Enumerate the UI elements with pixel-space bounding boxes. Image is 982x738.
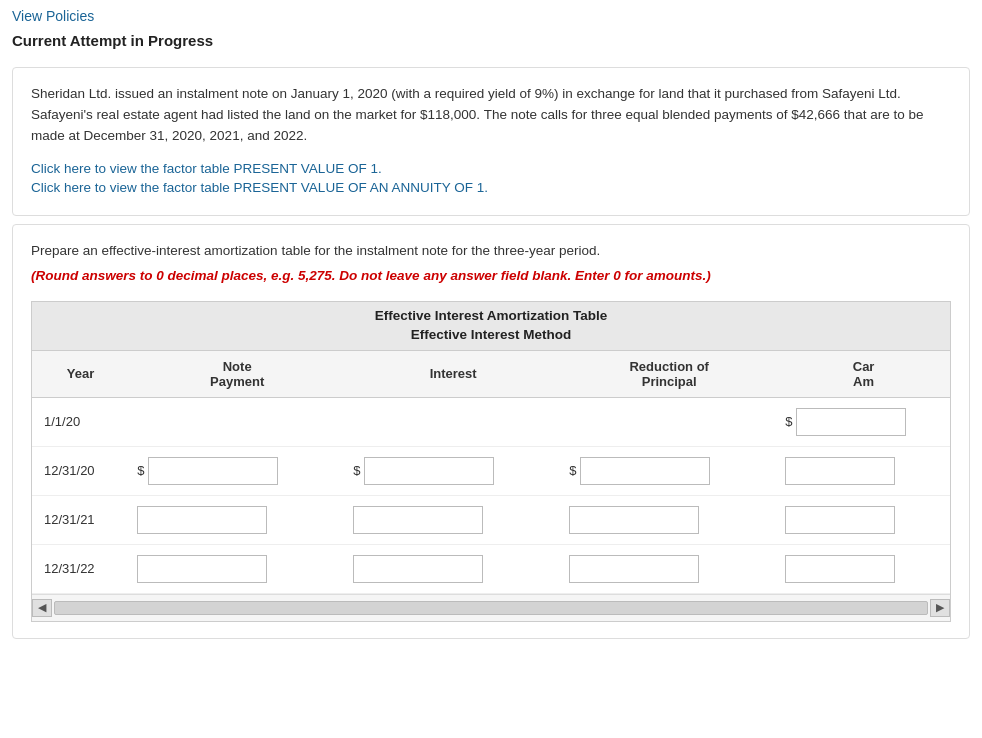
interest-cell-1 [345, 397, 561, 446]
dollar-sign-carrying-1: $ [785, 414, 792, 429]
col-header-payment: Note Payment [129, 350, 345, 397]
view-policies-link[interactable]: View Policies [12, 8, 94, 24]
col-header-year: Year [32, 350, 129, 397]
instruction-warning: (Round answers to 0 decimal places, e.g.… [31, 266, 951, 287]
column-header-row: Year Note Payment Interest Reduction of … [32, 350, 950, 397]
date-cell-2: 12/31/20 [32, 446, 129, 495]
table-subtitle-row: Effective Interest Method [32, 325, 950, 351]
col-header-reduction: Reduction of Principal [561, 350, 777, 397]
factor-link-1[interactable]: Click here to view the factor table PRES… [31, 161, 951, 176]
reduction-cell-2: $ [561, 446, 777, 495]
carrying-input-3[interactable] [785, 506, 895, 534]
payment-input-3[interactable] [137, 506, 267, 534]
interest-input-3[interactable] [353, 506, 483, 534]
interest-input-4[interactable] [353, 555, 483, 583]
payment-cell-2: $ [129, 446, 345, 495]
reduction-cell-1 [561, 397, 777, 446]
payment-cell-1 [129, 397, 345, 446]
payment-cell-3 [129, 495, 345, 544]
date-cell-4: 12/31/22 [32, 544, 129, 593]
instruction-text: Prepare an effective-interest amortizati… [31, 241, 951, 262]
table-row: 12/31/20 $ $ [32, 446, 950, 495]
table-subtitle: Effective Interest Method [32, 325, 950, 351]
carrying-cell-2 [777, 446, 950, 495]
carrying-input-1[interactable] [796, 408, 906, 436]
scroll-left-arrow[interactable]: ◀ [32, 599, 52, 617]
table-wrapper: Effective Interest Amortization Table Ef… [31, 301, 951, 622]
carrying-cell-4 [777, 544, 950, 593]
table-row: 12/31/22 [32, 544, 950, 593]
scroll-right-arrow[interactable]: ▶ [930, 599, 950, 617]
interest-cell-2: $ [345, 446, 561, 495]
reduction-cell-4 [561, 544, 777, 593]
carrying-cell-3 [777, 495, 950, 544]
dollar-sign-interest-2: $ [353, 463, 360, 478]
col-header-carrying: Car Am [777, 350, 950, 397]
payment-input-4[interactable] [137, 555, 267, 583]
reduction-input-3[interactable] [569, 506, 699, 534]
problem-card: Sheridan Ltd. issued an instalment note … [12, 67, 970, 216]
instruction-card: Prepare an effective-interest amortizati… [12, 224, 970, 639]
current-attempt-title: Current Attempt in Progress [0, 28, 982, 59]
table-title: Effective Interest Amortization Table [32, 302, 950, 325]
table-row: 1/1/20 $ [32, 397, 950, 446]
interest-cell-3 [345, 495, 561, 544]
carrying-cell-1: $ [777, 397, 950, 446]
dollar-sign-reduction-2: $ [569, 463, 576, 478]
col-header-interest: Interest [345, 350, 561, 397]
amortization-table: Effective Interest Amortization Table Ef… [32, 302, 950, 594]
interest-input-2[interactable] [364, 457, 494, 485]
date-cell-3: 12/31/21 [32, 495, 129, 544]
reduction-cell-3 [561, 495, 777, 544]
factor-link-2[interactable]: Click here to view the factor table PRES… [31, 180, 951, 195]
carrying-input-4[interactable] [785, 555, 895, 583]
problem-text: Sheridan Ltd. issued an instalment note … [31, 84, 951, 147]
interest-cell-4 [345, 544, 561, 593]
scroll-track[interactable] [54, 601, 928, 615]
carrying-input-2[interactable] [785, 457, 895, 485]
top-bar: View Policies [0, 0, 982, 28]
reduction-input-2[interactable] [580, 457, 710, 485]
horizontal-scrollbar[interactable]: ◀ ▶ [32, 594, 950, 621]
payment-input-2[interactable] [148, 457, 278, 485]
table-title-row: Effective Interest Amortization Table [32, 302, 950, 325]
dollar-sign-payment-2: $ [137, 463, 144, 478]
payment-cell-4 [129, 544, 345, 593]
date-cell-1: 1/1/20 [32, 397, 129, 446]
table-row: 12/31/21 [32, 495, 950, 544]
reduction-input-4[interactable] [569, 555, 699, 583]
